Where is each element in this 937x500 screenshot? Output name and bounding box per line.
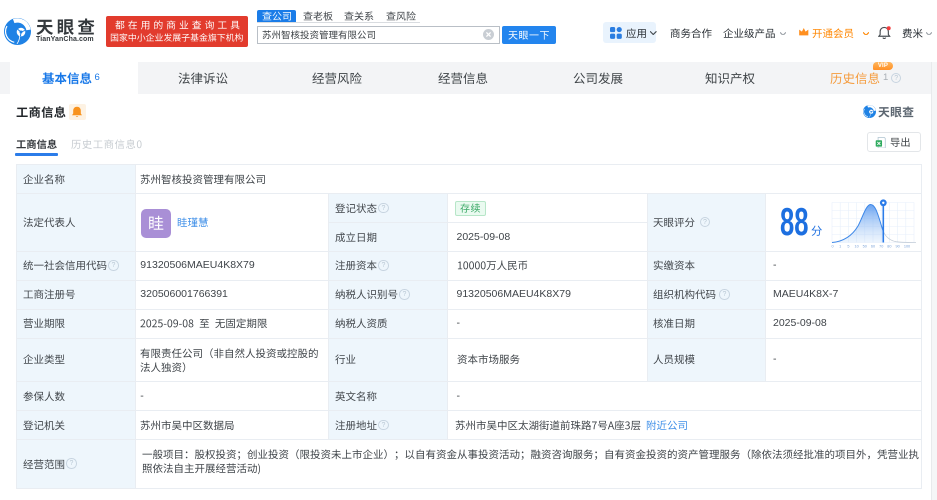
svg-text:90: 90 — [895, 245, 899, 249]
svg-text:0: 0 — [831, 245, 833, 249]
svg-text:1: 1 — [839, 245, 841, 249]
svg-text:100: 100 — [904, 245, 910, 249]
svg-text:5: 5 — [847, 245, 849, 249]
svg-text:60: 60 — [871, 245, 875, 249]
svg-text:80: 80 — [887, 245, 891, 249]
svg-text:50: 50 — [863, 245, 867, 249]
svg-text:70: 70 — [879, 245, 883, 249]
svg-text:10: 10 — [854, 245, 858, 249]
